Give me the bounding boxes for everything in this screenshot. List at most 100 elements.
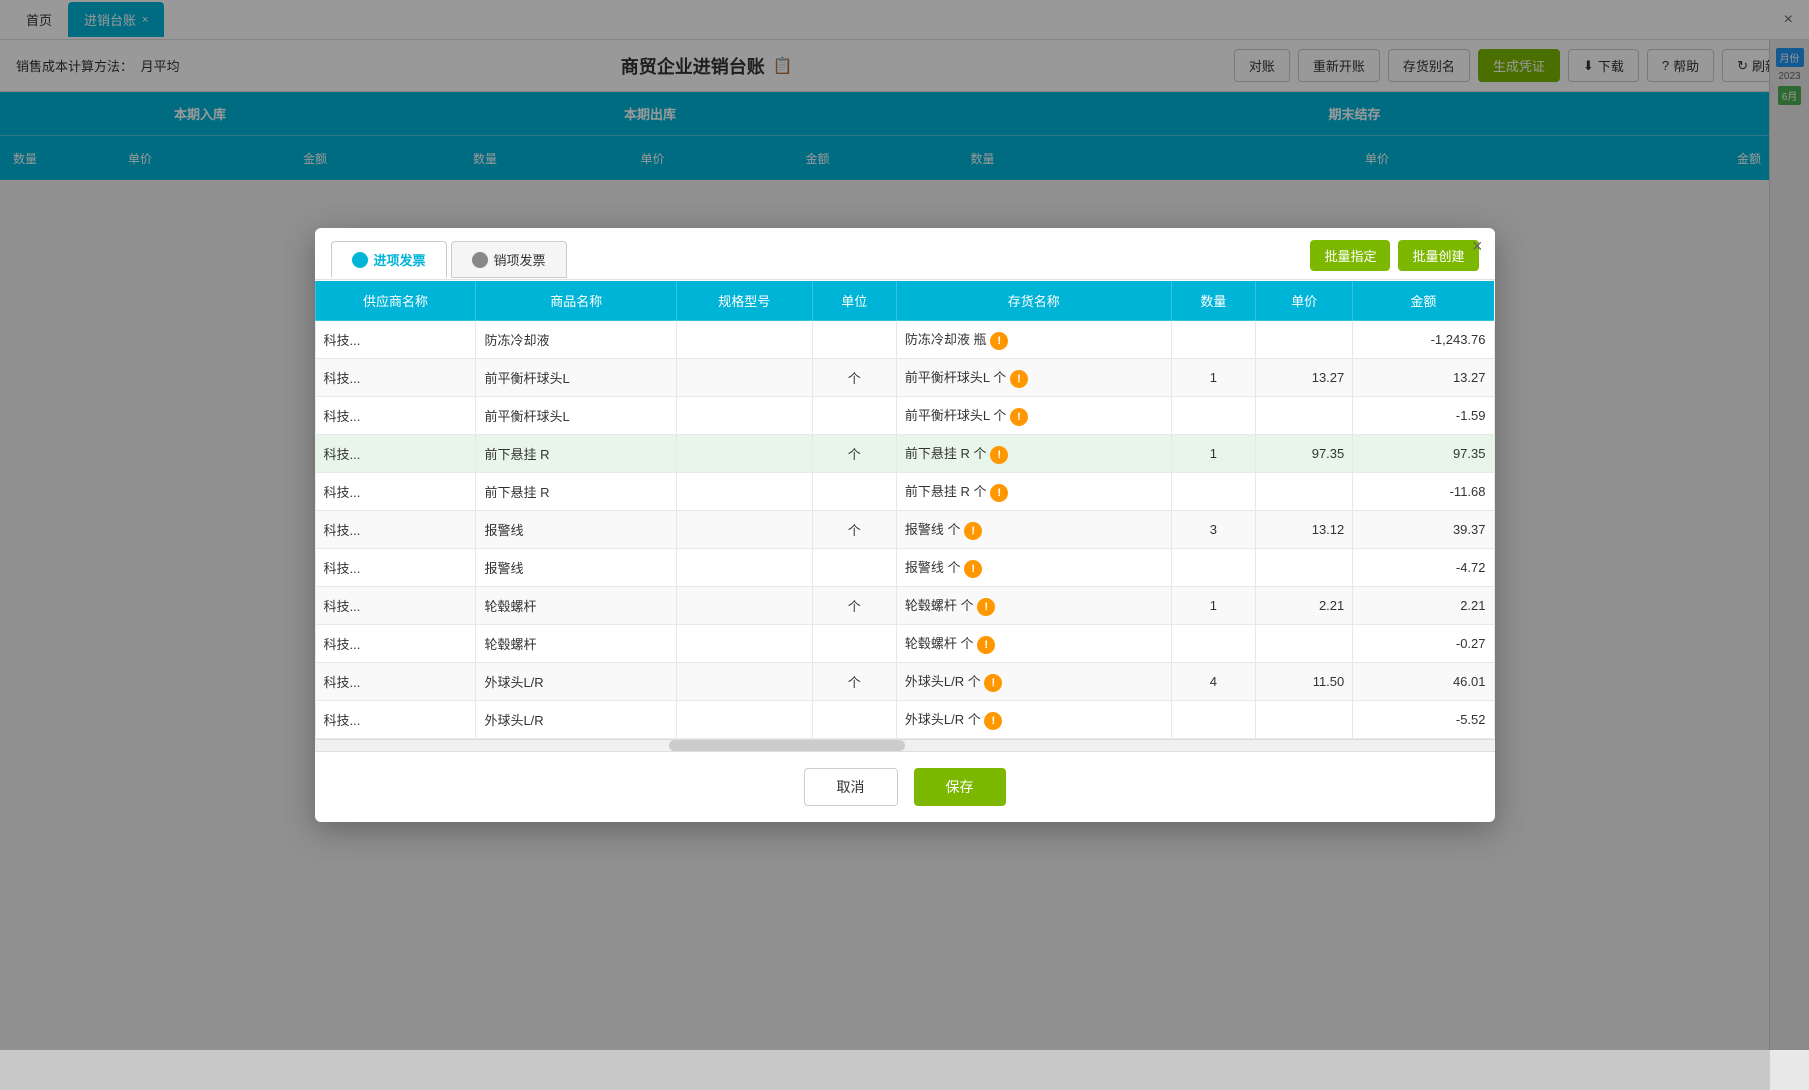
tab-sales-invoice[interactable]: 销项发票: [451, 241, 567, 278]
cell-product: 前下悬挂 R: [476, 435, 677, 473]
cell-unit: 个: [812, 663, 896, 701]
table-row[interactable]: 科技... 前平衡杆球头L 个 前平衡杆球头L 个 ! 1 13.27 13.2…: [315, 359, 1494, 397]
cell-product: 前平衡杆球头L: [476, 359, 677, 397]
cell-unit: 个: [812, 511, 896, 549]
cell-product: 外球头L/R: [476, 701, 677, 739]
table-row[interactable]: 科技... 外球头L/R 外球头L/R 个 ! -5.52: [315, 701, 1494, 739]
cell-supplier: 科技...: [315, 587, 476, 625]
cell-amount: -5.52: [1353, 701, 1494, 739]
cell-amount: 13.27: [1353, 359, 1494, 397]
table-row[interactable]: 科技... 前下悬挂 R 个 前下悬挂 R 个 ! 1 97.35 97.35: [315, 435, 1494, 473]
warning-icon: !: [977, 598, 995, 616]
cell-supplier: 科技...: [315, 359, 476, 397]
col-spec: 规格型号: [677, 281, 812, 321]
cell-unit: [812, 549, 896, 587]
cell-supplier: 科技...: [315, 473, 476, 511]
table-header-row: 供应商名称 商品名称 规格型号 单位 存货名称 数量 单价 金额: [315, 281, 1494, 321]
cell-unit-price: [1256, 625, 1353, 663]
cell-unit-price: 13.12: [1256, 511, 1353, 549]
save-button[interactable]: 保存: [914, 768, 1006, 806]
cell-unit-price: [1256, 549, 1353, 587]
cell-supplier: 科技...: [315, 435, 476, 473]
table-row[interactable]: 科技... 报警线 个 报警线 个 ! 3 13.12 39.37: [315, 511, 1494, 549]
cell-unit-price: 2.21: [1256, 587, 1353, 625]
cell-unit-price: 11.50: [1256, 663, 1353, 701]
warning-icon: !: [977, 636, 995, 654]
cell-qty: [1171, 701, 1255, 739]
cell-inventory: 前下悬挂 R 个 !: [896, 435, 1171, 473]
cell-amount: 2.21: [1353, 587, 1494, 625]
warning-icon: !: [1010, 370, 1028, 388]
cell-supplier: 科技...: [315, 663, 476, 701]
cell-qty: 1: [1171, 587, 1255, 625]
cell-unit-price: [1256, 701, 1353, 739]
cell-product: 报警线: [476, 511, 677, 549]
cell-product: 轮毂螺杆: [476, 587, 677, 625]
cell-unit-price: [1256, 473, 1353, 511]
cell-product: 报警线: [476, 549, 677, 587]
cell-supplier: 科技...: [315, 511, 476, 549]
cell-qty: 1: [1171, 359, 1255, 397]
scrollbar-thumb[interactable]: [669, 740, 905, 751]
cell-spec: [677, 511, 812, 549]
batch-specify-button[interactable]: 批量指定: [1310, 240, 1390, 271]
cell-amount: 97.35: [1353, 435, 1494, 473]
col-amount: 金额: [1353, 281, 1494, 321]
warning-icon: !: [984, 674, 1002, 692]
col-product: 商品名称: [476, 281, 677, 321]
dialog-close-button[interactable]: ×: [1472, 236, 1483, 257]
cell-qty: 1: [1171, 435, 1255, 473]
cell-product: 轮毂螺杆: [476, 625, 677, 663]
table-row[interactable]: 科技... 前下悬挂 R 前下悬挂 R 个 ! -11.68: [315, 473, 1494, 511]
cell-product: 前下悬挂 R: [476, 473, 677, 511]
cell-product: 前平衡杆球头L: [476, 397, 677, 435]
cell-product: 外球头L/R: [476, 663, 677, 701]
horizontal-scrollbar[interactable]: [315, 739, 1495, 751]
cell-amount: -11.68: [1353, 473, 1494, 511]
dialog-table-wrap: 供应商名称 商品名称 规格型号 单位 存货名称 数量 单价 金额 科技... 防…: [315, 280, 1495, 739]
sales-tab-icon: [472, 252, 488, 268]
cell-spec: [677, 625, 812, 663]
cell-unit: [812, 625, 896, 663]
cell-spec: [677, 397, 812, 435]
cell-unit-price: [1256, 397, 1353, 435]
cell-unit: 个: [812, 587, 896, 625]
table-row[interactable]: 科技... 防冻冷却液 防冻冷却液 瓶 ! -1,243.76: [315, 321, 1494, 359]
table-row[interactable]: 科技... 轮毂螺杆 个 轮毂螺杆 个 ! 1 2.21 2.21: [315, 587, 1494, 625]
cell-inventory: 外球头L/R 个 !: [896, 663, 1171, 701]
dialog-footer: 取消 保存: [315, 751, 1495, 822]
cell-qty: [1171, 625, 1255, 663]
cell-inventory: 前平衡杆球头L 个 !: [896, 397, 1171, 435]
cell-amount: -1.59: [1353, 397, 1494, 435]
table-row[interactable]: 科技... 前平衡杆球头L 前平衡杆球头L 个 ! -1.59: [315, 397, 1494, 435]
cell-qty: 4: [1171, 663, 1255, 701]
cell-inventory: 外球头L/R 个 !: [896, 701, 1171, 739]
warning-icon: !: [984, 712, 1002, 730]
cell-unit-price: 13.27: [1256, 359, 1353, 397]
cell-supplier: 科技...: [315, 321, 476, 359]
cell-spec: [677, 549, 812, 587]
col-supplier: 供应商名称: [315, 281, 476, 321]
cell-amount: 46.01: [1353, 663, 1494, 701]
cell-product: 防冻冷却液: [476, 321, 677, 359]
cell-unit: [812, 321, 896, 359]
cell-inventory: 报警线 个 !: [896, 511, 1171, 549]
cell-inventory: 轮毂螺杆 个 !: [896, 587, 1171, 625]
cell-qty: 3: [1171, 511, 1255, 549]
dialog-tabs: 进项发票 销项发票 批量指定 批量创建 ×: [315, 228, 1495, 280]
table-row[interactable]: 科技... 报警线 报警线 个 ! -4.72: [315, 549, 1494, 587]
invoice-dialog: 进项发票 销项发票 批量指定 批量创建 × 供应商名称 商品名称 规格型号: [315, 228, 1495, 822]
cell-inventory: 前下悬挂 R 个 !: [896, 473, 1171, 511]
table-row[interactable]: 科技... 外球头L/R 个 外球头L/R 个 ! 4 11.50 46.01: [315, 663, 1494, 701]
cell-spec: [677, 663, 812, 701]
cell-spec: [677, 473, 812, 511]
cell-qty: [1171, 397, 1255, 435]
cancel-button[interactable]: 取消: [804, 768, 898, 806]
cell-unit: 个: [812, 359, 896, 397]
batch-create-button[interactable]: 批量创建: [1398, 240, 1478, 271]
table-row[interactable]: 科技... 轮毂螺杆 轮毂螺杆 个 ! -0.27: [315, 625, 1494, 663]
cell-inventory: 前平衡杆球头L 个 !: [896, 359, 1171, 397]
cell-supplier: 科技...: [315, 549, 476, 587]
col-inventory: 存货名称: [896, 281, 1171, 321]
tab-incoming-invoice[interactable]: 进项发票: [331, 241, 447, 278]
